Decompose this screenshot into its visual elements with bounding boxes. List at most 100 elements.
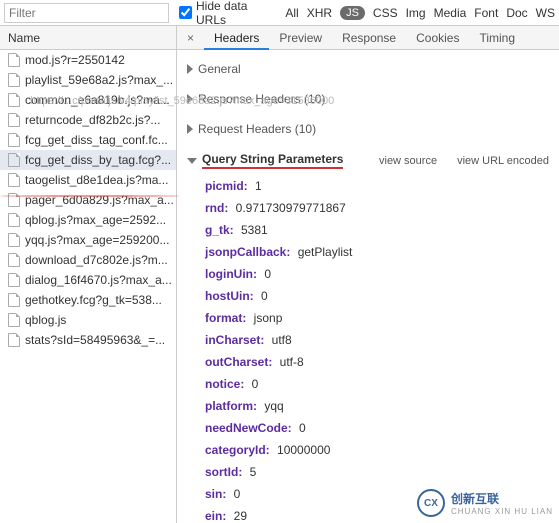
filter-type-font[interactable]: Font <box>474 6 498 20</box>
request-row[interactable]: taogelist_d8e1dea.js?ma... <box>0 170 176 190</box>
filter-type-ws[interactable]: WS <box>536 6 555 20</box>
request-row[interactable]: pager_6d0a829.js?max_a... <box>0 190 176 210</box>
filter-input[interactable] <box>4 3 169 23</box>
request-row[interactable]: gethotkey.fcg?g_tk=538... <box>0 290 176 310</box>
param-row: needNewCode: 0 <box>187 417 549 439</box>
hide-data-urls-checkbox[interactable]: Hide data URLs <box>179 0 279 27</box>
view-source-link[interactable]: view source <box>379 155 437 167</box>
file-icon <box>8 53 20 67</box>
request-name: common_e6a819b.js?ma... <box>25 93 170 107</box>
file-icon <box>8 273 20 287</box>
param-key: loginUin: <box>205 267 257 281</box>
filter-toolbar: Hide data URLs All XHR JS CSS Img Media Font Do… <box>0 0 559 26</box>
request-name: stats?sId=58495963&_=... <box>25 333 165 347</box>
request-row[interactable]: download_d7c802e.js?m... <box>0 250 176 270</box>
response-headers-section[interactable]: Response Headers (10) <box>187 86 549 116</box>
response-headers-label: Response Headers (10) <box>198 92 325 106</box>
request-row[interactable]: playlist_59e68a2.js?max_... <box>0 70 176 90</box>
filter-type-img[interactable]: Img <box>406 6 426 20</box>
close-icon[interactable]: × <box>177 31 204 45</box>
param-key: format: <box>205 311 246 325</box>
param-value: 0.971730979771867 <box>232 201 345 215</box>
param-key: rnd: <box>205 201 228 215</box>
tab-cookies[interactable]: Cookies <box>406 26 469 50</box>
param-value: jsonp <box>250 311 282 325</box>
param-row: loginUin: 0 <box>187 263 549 285</box>
param-value: 5 <box>246 465 256 479</box>
general-section[interactable]: General <box>187 56 549 86</box>
param-value: 0 <box>261 267 271 281</box>
param-key: hostUin: <box>205 289 254 303</box>
request-row[interactable]: fcg_get_diss_by_tag.fcg?... <box>0 150 176 170</box>
request-name: download_d7c802e.js?m... <box>25 253 168 267</box>
filter-type-css[interactable]: CSS <box>373 6 398 20</box>
request-headers-label: Request Headers (10) <box>198 122 316 136</box>
param-value: 1 <box>252 179 262 193</box>
param-row: categoryId: 10000000 <box>187 439 549 461</box>
filter-type-media[interactable]: Media <box>434 6 467 20</box>
param-row: notice: 0 <box>187 373 549 395</box>
file-icon <box>8 173 20 187</box>
param-row: hostUin: 0 <box>187 285 549 307</box>
file-icon <box>8 133 20 147</box>
chevron-down-icon <box>187 158 197 164</box>
param-row: outCharset: utf-8 <box>187 351 549 373</box>
request-name: yqq.js?max_age=259200... <box>25 233 169 247</box>
request-name: playlist_59e68a2.js?max_... <box>25 73 173 87</box>
query-string-section: Query String Parameters view source view… <box>187 146 549 523</box>
request-name: dialog_16f4670.js?max_a... <box>25 273 172 287</box>
filter-type-js[interactable]: JS <box>340 6 365 20</box>
view-url-encoded-link[interactable]: view URL encoded <box>457 155 549 167</box>
red-underline-annotation <box>0 196 180 197</box>
request-name: qblog.js?max_age=2592... <box>25 213 166 227</box>
request-name: gethotkey.fcg?g_tk=538... <box>25 293 162 307</box>
param-row: format: jsonp <box>187 307 549 329</box>
param-row: inCharset: utf8 <box>187 329 549 351</box>
param-key: sortId: <box>205 465 242 479</box>
request-name: fcg_get_diss_tag_conf.fc... <box>25 133 168 147</box>
param-value: getPlaylist <box>294 245 352 259</box>
param-key: sin: <box>205 487 226 501</box>
tab-headers[interactable]: Headers <box>204 26 269 50</box>
file-icon <box>8 313 20 327</box>
request-row[interactable]: mod.js?r=2550142 <box>0 50 176 70</box>
request-row[interactable]: qblog.js?max_age=2592... <box>0 210 176 230</box>
watermark-sub: CHUANG XIN HU LIAN <box>451 507 553 516</box>
param-key: platform: <box>205 399 257 413</box>
param-value: utf8 <box>268 333 291 347</box>
param-value: 0 <box>230 487 240 501</box>
tab-response[interactable]: Response <box>332 26 406 50</box>
param-row: sortId: 5 <box>187 461 549 483</box>
filter-type-all[interactable]: All <box>285 6 298 20</box>
request-row[interactable]: fcg_get_diss_tag_conf.fc... <box>0 130 176 150</box>
filter-type-xhr[interactable]: XHR <box>307 6 332 20</box>
request-headers-section[interactable]: Request Headers (10) <box>187 116 549 146</box>
file-icon <box>8 253 20 267</box>
param-row: jsonpCallback: getPlaylist <box>187 241 549 263</box>
request-row[interactable]: qblog.js <box>0 310 176 330</box>
request-row[interactable]: common_e6a819b.js?ma... <box>0 90 176 110</box>
request-row[interactable]: returncode_df82b2c.js?... <box>0 110 176 130</box>
param-value: 0 <box>248 377 258 391</box>
file-icon <box>8 233 20 247</box>
param-key: inCharset: <box>205 333 264 347</box>
request-row[interactable]: stats?sId=58495963&_=... <box>0 330 176 350</box>
hide-data-urls-box[interactable] <box>179 6 192 19</box>
file-icon <box>8 73 20 87</box>
param-row: platform: yqq <box>187 395 549 417</box>
param-key: categoryId: <box>205 443 270 457</box>
request-row[interactable]: dialog_16f4670.js?max_a... <box>0 270 176 290</box>
tab-timing[interactable]: Timing <box>469 26 525 50</box>
hide-data-urls-label: Hide data URLs <box>196 0 279 27</box>
param-value: yqq <box>261 399 284 413</box>
param-key: outCharset: <box>205 355 272 369</box>
param-row: rnd: 0.971730979771867 <box>187 197 549 219</box>
param-key: notice: <box>205 377 244 391</box>
general-label: General <box>198 62 241 76</box>
tab-preview[interactable]: Preview <box>269 26 332 50</box>
request-row[interactable]: yqq.js?max_age=259200... <box>0 230 176 250</box>
filter-type-doc[interactable]: Doc <box>506 6 527 20</box>
param-value: 0 <box>296 421 306 435</box>
file-icon <box>8 153 20 167</box>
type-filters: All XHR JS CSS Img Media Font Doc WS <box>285 6 555 20</box>
